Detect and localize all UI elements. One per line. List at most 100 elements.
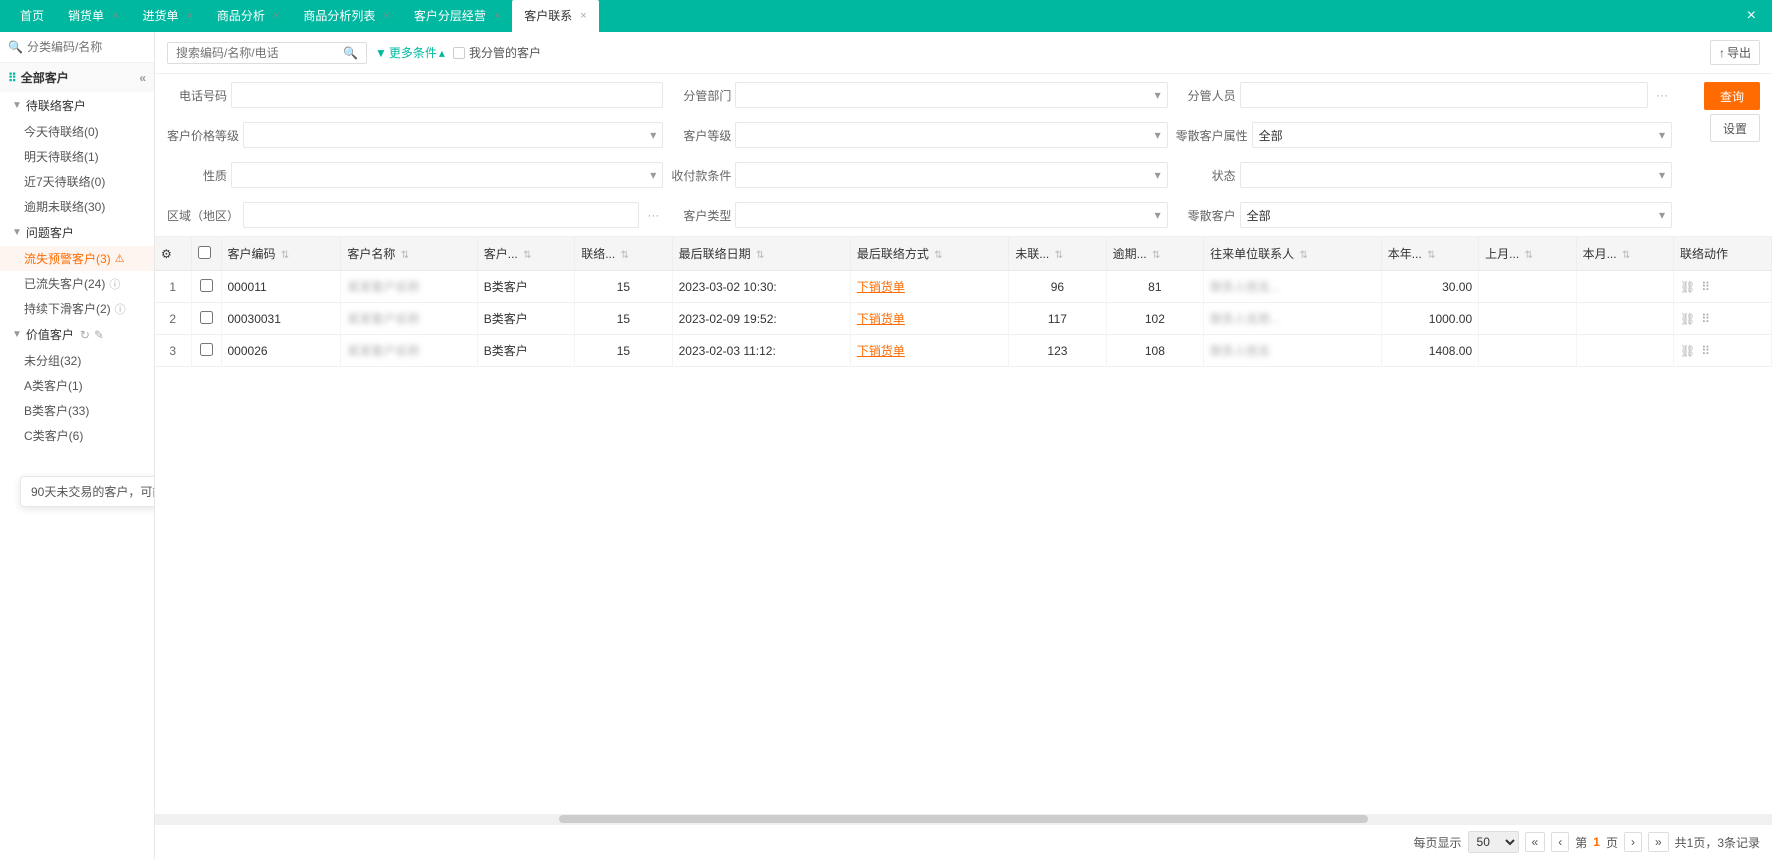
filter-retail-select[interactable]: 全部 ▾: [1240, 202, 1672, 228]
th-last-month[interactable]: 上月... ⇅: [1479, 237, 1576, 271]
edit-icon-value[interactable]: ✎: [94, 328, 104, 342]
sidebar-item-declining[interactable]: 持续下滑客户(2) ⓘ: [0, 296, 154, 321]
action-link-icon-2[interactable]: ⛓: [1680, 312, 1695, 326]
nav-product-analysis-close[interactable]: ×: [273, 0, 279, 32]
row-checkbox-3[interactable]: [200, 343, 213, 356]
nav-home[interactable]: 首页: [8, 0, 56, 32]
nav-sales-close[interactable]: ×: [112, 0, 118, 32]
nav-customer-contact-close[interactable]: ×: [580, 0, 586, 32]
nav-purchase-close[interactable]: ×: [186, 0, 192, 32]
sidebar-item-7days[interactable]: 近7天待联络(0): [0, 169, 154, 194]
action-grid-icon-3[interactable]: ⠿: [1701, 344, 1710, 358]
settings-button[interactable]: 设置: [1710, 114, 1760, 142]
sidebar-all-customers[interactable]: ⠿ 全部客户 «: [0, 63, 154, 92]
action-grid-icon-2[interactable]: ⠿: [1701, 312, 1710, 326]
filter-type-select[interactable]: ▾: [735, 202, 1167, 228]
filter-region-input[interactable]: [243, 202, 639, 228]
nav-customer-layer[interactable]: 客户分层经营 ×: [402, 0, 512, 32]
sort-icon-code: ⇅: [281, 250, 289, 261]
sidebar-group-value[interactable]: ▼ 价值客户 ↻ ✎: [0, 321, 154, 348]
nav-customer-layer-close[interactable]: ×: [494, 0, 500, 32]
sidebar-item-typeB[interactable]: B类客户(33): [0, 398, 154, 423]
filter-dept-select[interactable]: ▾: [735, 82, 1167, 108]
td-link-3[interactable]: 下销货单: [857, 344, 905, 358]
sidebar-item-typeC[interactable]: C类客户(6): [0, 423, 154, 448]
prev-page-button[interactable]: ‹: [1551, 832, 1569, 852]
filter-price-select[interactable]: ▾: [243, 122, 663, 148]
sort-icon-this-month: ⇅: [1622, 250, 1630, 261]
sidebar-item-today[interactable]: 今天待联络(0): [0, 119, 154, 144]
window-close-button[interactable]: ×: [1739, 7, 1764, 25]
checkbox-icon[interactable]: [453, 47, 465, 59]
nav-sales[interactable]: 销货单 ×: [56, 0, 130, 32]
th-name[interactable]: 客户名称 ⇅: [341, 237, 477, 271]
td-link-2[interactable]: 下销货单: [857, 312, 905, 326]
sidebar-collapse-button[interactable]: «: [139, 71, 146, 85]
th-code[interactable]: 客户编码 ⇅: [221, 237, 341, 271]
td-checkbox-3[interactable]: [191, 335, 221, 367]
filter-manager-dots[interactable]: ···: [1652, 88, 1672, 102]
td-checkbox-1[interactable]: [191, 271, 221, 303]
th-contact-person[interactable]: 往来单位联系人 ⇅: [1204, 237, 1382, 271]
th-contact[interactable]: 联络... ⇅: [575, 237, 672, 271]
sidebar-search-input[interactable]: [27, 40, 155, 54]
next-page-button[interactable]: ›: [1624, 832, 1642, 852]
scroll-thumb[interactable]: [559, 815, 1368, 823]
sidebar-item-overdue[interactable]: 逾期未联络(30): [0, 194, 154, 219]
action-link-icon-3[interactable]: ⛓: [1680, 344, 1695, 358]
th-overdue[interactable]: 逾期... ⇅: [1106, 237, 1203, 271]
td-last-type-1[interactable]: 下销货单: [850, 271, 1008, 303]
action-icons-1: ⛓ ⠿: [1680, 280, 1765, 294]
filter-level-select[interactable]: ▾: [735, 122, 1167, 148]
filter-payment-select[interactable]: ▾: [735, 162, 1167, 188]
td-link-1[interactable]: 下销货单: [857, 280, 905, 294]
sidebar-group-pending[interactable]: ▼ 待联络客户: [0, 92, 154, 119]
sidebar-item-tomorrow[interactable]: 明天待联络(1): [0, 144, 154, 169]
td-checkbox-2[interactable]: [191, 303, 221, 335]
filter-nature-select[interactable]: ▾: [231, 162, 663, 188]
row-checkbox-2[interactable]: [200, 311, 213, 324]
search-submit-icon[interactable]: 🔍: [343, 46, 358, 60]
search-input[interactable]: [176, 46, 339, 60]
filter-retail-attr-select[interactable]: 全部 ▾: [1252, 122, 1672, 148]
sidebar-item-churn-warning[interactable]: 流失预警客户(3) ⚠: [0, 246, 154, 271]
sidebar-item-ungrouped[interactable]: 未分组(32): [0, 348, 154, 373]
horizontal-scrollbar[interactable]: [155, 814, 1772, 824]
filter-manager-select[interactable]: [1240, 82, 1648, 108]
td-last-type-3[interactable]: 下销货单: [850, 335, 1008, 367]
filter-region-dots[interactable]: ···: [643, 208, 663, 222]
sidebar-item-churned[interactable]: 已流失客户(24) ⓘ: [0, 271, 154, 296]
nav-product-list[interactable]: 商品分析列表 ×: [291, 0, 401, 32]
th-uncontacted[interactable]: 未联... ⇅: [1009, 237, 1106, 271]
filter-nature: 性质 ▾: [167, 162, 663, 188]
select-all-checkbox[interactable]: [198, 246, 211, 259]
th-settings[interactable]: ⚙: [155, 237, 191, 271]
last-page-button[interactable]: »: [1648, 832, 1669, 852]
nav-product-analysis[interactable]: 商品分析 ×: [205, 0, 291, 32]
sidebar-item-typeA[interactable]: A类客户(1): [0, 373, 154, 398]
td-last-type-2[interactable]: 下销货单: [850, 303, 1008, 335]
nav-customer-contact[interactable]: 客户联系 ×: [512, 0, 598, 32]
table-wrap: ⚙ 客户编码 ⇅ 客户名称 ⇅ 客户... ⇅: [155, 237, 1772, 814]
my-customers-checkbox[interactable]: 我分管的客户: [453, 44, 541, 61]
th-checkbox[interactable]: [191, 237, 221, 271]
action-link-icon-1[interactable]: ⛓: [1680, 280, 1695, 294]
nav-purchase[interactable]: 进货单 ×: [130, 0, 204, 32]
first-page-button[interactable]: «: [1525, 832, 1546, 852]
th-last-type[interactable]: 最后联络方式 ⇅: [850, 237, 1008, 271]
th-this-year[interactable]: 本年... ⇅: [1381, 237, 1478, 271]
filter-status-select[interactable]: ▾: [1240, 162, 1672, 188]
action-grid-icon-1[interactable]: ⠿: [1701, 280, 1710, 294]
row-checkbox-1[interactable]: [200, 279, 213, 292]
export-button[interactable]: ↑ 导出: [1710, 40, 1760, 65]
more-conditions-button[interactable]: ▼ 更多条件 ▴: [375, 44, 445, 61]
th-this-month[interactable]: 本月... ⇅: [1576, 237, 1673, 271]
per-page-select[interactable]: 50 100 200: [1468, 831, 1519, 853]
refresh-icon-value[interactable]: ↻: [80, 328, 90, 342]
sidebar-group-problem[interactable]: ▼ 问题客户: [0, 219, 154, 246]
nav-product-list-close[interactable]: ×: [383, 0, 389, 32]
th-type[interactable]: 客户... ⇅: [477, 237, 574, 271]
th-last-date[interactable]: 最后联络日期 ⇅: [672, 237, 850, 271]
query-button[interactable]: 查询: [1704, 82, 1760, 110]
filter-phone-input[interactable]: [231, 82, 663, 108]
